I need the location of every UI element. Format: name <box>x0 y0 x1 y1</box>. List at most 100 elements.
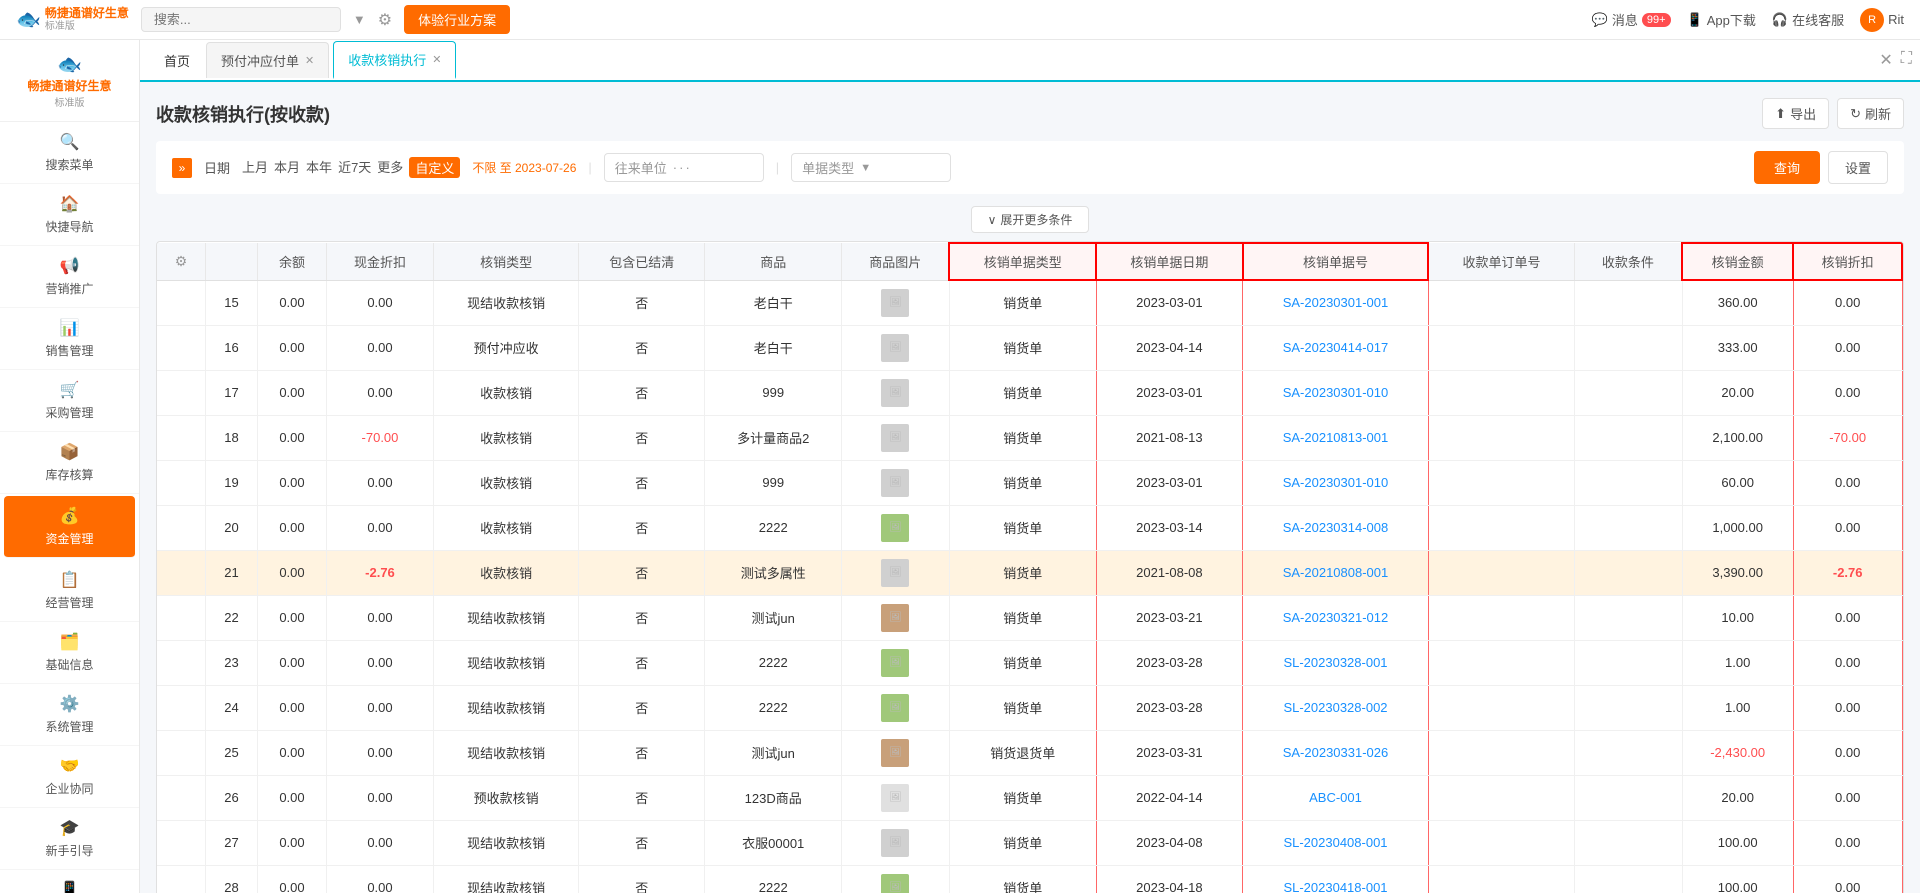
td-bill-no[interactable]: SL-20230328-002 <box>1243 685 1429 730</box>
td-bill-no[interactable]: SA-20230301-001 <box>1243 280 1429 325</box>
td-bill-no[interactable]: SA-20230331-026 <box>1243 730 1429 775</box>
export-button[interactable]: ⬆ 导出 <box>1762 98 1829 129</box>
td-bill-date: 2022-04-14 <box>1096 775 1243 820</box>
td-balance: 0.00 <box>258 415 327 460</box>
td-bill-no[interactable]: SA-20230314-008 <box>1243 505 1429 550</box>
td-bill-date: 2023-04-08 <box>1096 820 1243 865</box>
gear-icon[interactable]: ⚙ <box>378 10 392 30</box>
td-collection-condition <box>1574 280 1682 325</box>
bill-no-link[interactable]: SA-20230301-010 <box>1283 475 1389 490</box>
tab-collection-close[interactable]: ✕ <box>432 53 441 66</box>
tab-collection[interactable]: 收款核销执行 ✕ <box>333 41 456 79</box>
td-balance: 0.00 <box>258 685 327 730</box>
td-gear <box>157 460 205 505</box>
bill-no-link[interactable]: SL-20230418-001 <box>1283 880 1387 893</box>
td-bill-no[interactable]: SL-20230408-001 <box>1243 820 1429 865</box>
sidebar-item-guide[interactable]: 🎓 新手引导 <box>0 808 139 870</box>
tab-close-all-icon[interactable]: ✕ <box>1879 50 1892 70</box>
td-write-off-discount: -70.00 <box>1793 415 1902 460</box>
td-bill-no[interactable]: ABC-001 <box>1243 775 1429 820</box>
top-bar: 🐟 畅捷通谱好生意 标准版 ▼ ⚙ 体验行业方案 💬 消息 99+ 📱 App下… <box>0 0 1920 40</box>
td-goods: 2222 <box>705 865 842 893</box>
bill-no-link[interactable]: SL-20230408-001 <box>1283 835 1387 850</box>
td-goods: 老白干 <box>705 280 842 325</box>
td-cash-discount: 0.00 <box>326 595 433 640</box>
table-row: 190.000.00收款核销否999🖼销货单2023-03-01SA-20230… <box>157 460 1902 505</box>
date-link-last-month[interactable]: 上月 <box>242 157 268 178</box>
td-row-num: 25 <box>205 730 257 775</box>
app-download-link[interactable]: 📱 App下载 <box>1687 10 1756 29</box>
refresh-button[interactable]: ↻ 刷新 <box>1837 98 1904 129</box>
sidebar-item-basic[interactable]: 🗂️ 基础信息 <box>0 622 139 684</box>
tab-expand-icon[interactable]: ⛶ <box>1901 50 1912 70</box>
sidebar-item-search[interactable]: 🔍 搜索菜单 <box>0 122 139 184</box>
date-link-7days[interactable]: 近7天 <box>338 157 371 178</box>
sidebar-item-inventory[interactable]: 📦 库存核算 <box>0 432 139 494</box>
filter-expand-button[interactable]: » <box>172 158 192 178</box>
td-bill-no[interactable]: SL-20230418-001 <box>1243 865 1429 893</box>
td-bill-no[interactable]: SA-20230321-012 <box>1243 595 1429 640</box>
bill-no-link[interactable]: SA-20230301-001 <box>1283 295 1389 310</box>
td-bill-no[interactable]: SA-20230301-010 <box>1243 460 1429 505</box>
online-service-link[interactable]: 🎧 在线客服 <box>1772 10 1844 29</box>
bill-no-link[interactable]: SA-20230331-026 <box>1283 745 1389 760</box>
td-bill-no[interactable]: SA-20230301-010 <box>1243 370 1429 415</box>
tab-home[interactable]: 首页 <box>148 43 206 78</box>
bill-type-filter[interactable]: 单据类型 ▼ <box>791 153 951 182</box>
counterpart-filter[interactable]: 往来单位 ··· <box>604 153 764 182</box>
td-collection-order-no <box>1428 505 1574 550</box>
td-bill-no[interactable]: SA-20210813-001 <box>1243 415 1429 460</box>
td-bill-type: 销货单 <box>949 550 1096 595</box>
th-bill-type: 核销单据类型 <box>949 243 1096 280</box>
date-custom-link[interactable]: 自定义 <box>409 157 460 178</box>
td-collection-order-no <box>1428 280 1574 325</box>
bill-no-link[interactable]: SA-20230414-017 <box>1283 340 1389 355</box>
td-row-num: 23 <box>205 640 257 685</box>
td-write-off-amount: 100.00 <box>1682 865 1793 893</box>
sidebar-item-label: 企业协同 <box>45 780 93 797</box>
sidebar-item-sales[interactable]: 📊 销售管理 <box>0 308 139 370</box>
notification-area[interactable]: 💬 消息 99+ <box>1592 10 1671 29</box>
bill-no-link[interactable]: SA-20210813-001 <box>1283 430 1389 445</box>
bill-no-link[interactable]: SA-20230321-012 <box>1283 610 1389 625</box>
settings-button[interactable]: 设置 <box>1828 151 1888 184</box>
tab-prepay[interactable]: 预付冲应付单 ✕ <box>206 42 329 78</box>
td-write-off-amount: 333.00 <box>1682 325 1793 370</box>
date-link-this-year[interactable]: 本年 <box>306 157 332 178</box>
sidebar-item-system[interactable]: ⚙️ 系统管理 <box>0 684 139 746</box>
bill-no-link[interactable]: ABC-001 <box>1309 790 1362 805</box>
sidebar-item-finance[interactable]: 💰 资金管理 <box>4 496 135 558</box>
date-link-more[interactable]: 更多 <box>377 157 403 178</box>
sidebar-item-operation[interactable]: 📋 经营管理 <box>0 560 139 622</box>
sidebar-item-purchase[interactable]: 🛒 采购管理 <box>0 370 139 432</box>
user-area[interactable]: R Rit <box>1860 8 1904 32</box>
td-row-num: 28 <box>205 865 257 893</box>
td-bill-no[interactable]: SA-20210808-001 <box>1243 550 1429 595</box>
bill-no-link[interactable]: SA-20230301-010 <box>1283 385 1389 400</box>
counterpart-dots[interactable]: ··· <box>673 160 692 175</box>
solution-button[interactable]: 体验行业方案 <box>404 5 510 34</box>
date-link-this-month[interactable]: 本月 <box>274 157 300 178</box>
page-title-bar: 收款核销执行(按收款) ⬆ 导出 ↻ 刷新 <box>156 98 1904 129</box>
bill-no-link[interactable]: SA-20230314-008 <box>1283 520 1389 535</box>
bill-no-link[interactable]: SL-20230328-002 <box>1283 700 1387 715</box>
td-bill-no[interactable]: SL-20230328-001 <box>1243 640 1429 685</box>
table-row: 180.00-70.00收款核销否多计量商品2🖼销货单2021-08-13SA-… <box>157 415 1902 460</box>
td-bill-date: 2023-03-21 <box>1096 595 1243 640</box>
sidebar-item-marketing[interactable]: 📢 营销推广 <box>0 246 139 308</box>
filter-separator1: | <box>588 160 591 175</box>
th-gear[interactable]: ⚙ <box>157 243 205 280</box>
td-include-closed: 否 <box>579 685 705 730</box>
tab-prepay-close[interactable]: ✕ <box>305 54 314 67</box>
sidebar-item-enterprise[interactable]: 🤝 企业协同 <box>0 746 139 808</box>
table-gear-icon[interactable]: ⚙ <box>175 253 188 269</box>
search-input[interactable] <box>141 7 341 32</box>
bill-no-link[interactable]: SL-20230328-001 <box>1283 655 1387 670</box>
td-bill-no[interactable]: SA-20230414-017 <box>1243 325 1429 370</box>
query-button[interactable]: 查询 <box>1754 151 1820 184</box>
bill-no-link[interactable]: SA-20210808-001 <box>1283 565 1389 580</box>
expand-more-button[interactable]: ∨ 展开更多条件 <box>971 206 1090 233</box>
td-bill-type: 销货单 <box>949 775 1096 820</box>
sidebar-item-hardware[interactable]: 📱 智能硬件 <box>0 870 139 893</box>
sidebar-item-shortcut[interactable]: 🏠 快捷导航 <box>0 184 139 246</box>
